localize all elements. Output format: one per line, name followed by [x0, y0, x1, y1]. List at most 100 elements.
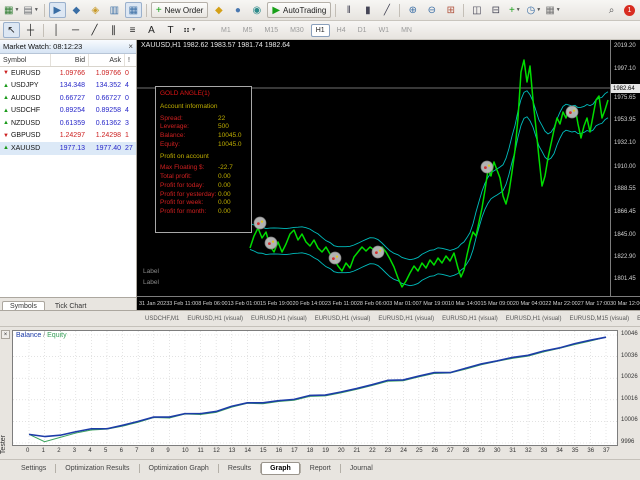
tester-tab-optimization-graph[interactable]: Optimization Graph: [140, 462, 218, 475]
market-watch-row[interactable]: ▲ AUDUSD 0.66727 0.66727 0: [0, 92, 136, 105]
autotrading-button[interactable]: ▶ AutoTrading: [267, 2, 332, 18]
tester-x-label: 25: [415, 448, 423, 454]
chart-tab[interactable]: EURUSD,H1 (visual): [183, 316, 247, 322]
time-axis[interactable]: 31 Jan 2023 3 Feb 11:00 8 Feb 06:00 13 Feb …: [137, 296, 640, 310]
templates-button[interactable]: ▦ ▼: [544, 2, 561, 18]
close-icon[interactable]: ×: [128, 42, 133, 51]
autoscroll-button[interactable]: ▶: [48, 2, 66, 18]
tester-x-label: 11: [197, 448, 204, 454]
ea-section-account: Account information: [160, 102, 218, 110]
timeframe-m15[interactable]: M15: [259, 24, 283, 37]
new-order-button[interactable]: + New Order: [150, 2, 209, 18]
timeframe-h4[interactable]: H4: [332, 24, 351, 37]
arrange-tile-button[interactable]: ◫: [468, 2, 485, 18]
search-button[interactable]: ⌕: [603, 2, 620, 18]
close-icon[interactable]: ×: [1, 330, 10, 339]
indicators-button[interactable]: + ▼: [506, 2, 523, 18]
ea-row-value: -22.7: [218, 164, 233, 172]
tester-x-label: 14: [244, 448, 251, 454]
chart-tab[interactable]: EURUSC: [633, 316, 640, 322]
new-chart-button[interactable]: ▦ ▼: [3, 2, 20, 18]
data-window-button[interactable]: ▦: [124, 2, 142, 18]
profiles-button[interactable]: ▤ ▼: [22, 2, 39, 18]
tester-x-label: 29: [478, 448, 485, 454]
market-watch-row[interactable]: ▲ XAUUSD 1977.13 1977.40 27: [0, 142, 136, 155]
arrange-cascade-button[interactable]: ⊟: [487, 2, 504, 18]
column-ask[interactable]: Ask: [88, 54, 124, 66]
zoom-in-button[interactable]: ⊕: [404, 2, 421, 18]
market-watch-row[interactable]: ▼ EURUSD 1.09766 1.09766 0: [0, 67, 136, 80]
vertical-line-button[interactable]: │: [48, 22, 65, 38]
symbol-cell: ▲ USDCHF: [0, 107, 50, 114]
chart-title: XAUUSD,H1 1982.62 1983.57 1981.74 1982.6…: [141, 42, 291, 49]
tester-x-label: 37: [603, 448, 610, 454]
channel-button[interactable]: ∥: [105, 22, 122, 38]
tester-tab-graph[interactable]: Graph: [261, 461, 300, 475]
tester-graph[interactable]: Balance / Equity: [12, 330, 618, 446]
price-axis-label: 1910.00: [614, 164, 636, 170]
market-watch-row[interactable]: ▲ NZDUSD 0.61359 0.61362 3: [0, 117, 136, 130]
cursor-button[interactable]: ↖: [3, 22, 20, 38]
shapes-button[interactable]: ⠶ ▼: [181, 22, 198, 38]
tester-y-label: 10006: [621, 417, 638, 424]
market-watch-button[interactable]: ▥: [106, 2, 123, 18]
chart-window[interactable]: XAUUSD,H1 1982.62 1983.57 1981.74 1982.6…: [137, 40, 640, 310]
chart-object-label: Label: [143, 268, 159, 275]
bid-cell: 1.24297: [59, 132, 85, 140]
trendline-icon: ╱: [91, 24, 98, 36]
time-axis-label: 22 Mar 22:00: [545, 300, 578, 307]
text-button[interactable]: A: [143, 22, 160, 38]
market-watch-row[interactable]: ▲ USDJPY 134.348 134.352 4: [0, 80, 136, 93]
tester-tab-results[interactable]: Results: [219, 462, 260, 475]
ea-row-value: 0.00: [218, 173, 231, 181]
chart-drag-button[interactable]: ◈: [87, 2, 104, 18]
market-watch-row[interactable]: ▲ USDCHF 0.89254 0.89258 4: [0, 105, 136, 118]
timeframe-d1[interactable]: D1: [353, 24, 372, 37]
crosshair-button[interactable]: ┼: [22, 22, 39, 38]
tester-tab-settings[interactable]: Settings: [12, 462, 55, 475]
ea-row-label: Profit for week:: [160, 199, 204, 207]
horizontal-line-button[interactable]: ─: [67, 22, 84, 38]
timeframe-m30[interactable]: M30: [285, 24, 309, 37]
timeframe-m1[interactable]: M1: [216, 24, 236, 37]
timeframe-mn[interactable]: MN: [396, 24, 417, 37]
column-spread[interactable]: !: [124, 54, 136, 66]
tile-windows-button[interactable]: ⊞: [442, 2, 459, 18]
candlestick-button[interactable]: ▮: [359, 2, 376, 18]
market-watch-row[interactable]: ▼ GBPUSD 1.24297 1.24298 1: [0, 130, 136, 143]
tester-tab-journal[interactable]: Journal: [341, 462, 382, 475]
notification-badge[interactable]: 1: [624, 4, 635, 16]
mql5-community-button[interactable]: ●: [229, 2, 246, 18]
chart-tab[interactable]: EURUSD,M15 (visual): [565, 316, 633, 322]
column-bid[interactable]: Bid: [50, 54, 88, 66]
ea-row-value: 10045.0: [218, 132, 242, 140]
chart-shift-button[interactable]: ◆: [68, 2, 85, 18]
chart-tab[interactable]: EURUSD,H1 (visual): [502, 316, 566, 322]
text-label-button[interactable]: T: [162, 22, 179, 38]
chart-tab[interactable]: USDCHF,M1: [141, 316, 183, 322]
price-axis[interactable]: 2019.20 1997.10 1975.65 1953.95 1932.10 1910.…: [610, 40, 640, 296]
column-symbol[interactable]: Symbol: [0, 54, 50, 66]
expert-advisors-button[interactable]: ◆: [210, 2, 227, 18]
timeframe-h1[interactable]: H1: [310, 23, 330, 37]
ea-row-value: 0.00: [218, 190, 231, 198]
bar-chart-button[interactable]: ‖: [340, 2, 357, 18]
chart-tab[interactable]: EURUSD,H1 (visual): [438, 316, 502, 322]
fibonacci-button[interactable]: ≡: [124, 22, 141, 38]
tester-tab-report[interactable]: Report: [301, 462, 340, 475]
timeframe-m5[interactable]: M5: [238, 24, 258, 37]
line-chart-button[interactable]: ╱: [378, 2, 395, 18]
fibonacci-icon: ≡: [129, 24, 136, 36]
zoom-out-button[interactable]: ⊖: [423, 2, 440, 18]
time-axis-label: 15 Feb 19:00: [260, 300, 293, 307]
market-button[interactable]: ◉: [248, 2, 265, 18]
chart-tab[interactable]: EURUSD,H1 (visual): [311, 316, 375, 322]
chart-tab[interactable]: EURUSD,H1 (visual): [374, 316, 438, 322]
market-watch-icon: ▥: [109, 4, 120, 16]
trendline-button[interactable]: ╱: [86, 22, 103, 38]
timeframe-w1[interactable]: W1: [374, 24, 395, 37]
price-axis-label: 1822.90: [614, 254, 636, 260]
tester-tab-optimization-results[interactable]: Optimization Results: [56, 462, 138, 475]
periods-button[interactable]: ◷ ▼: [525, 2, 542, 18]
chart-tab[interactable]: EURUSD,H1 (visual): [247, 316, 311, 322]
